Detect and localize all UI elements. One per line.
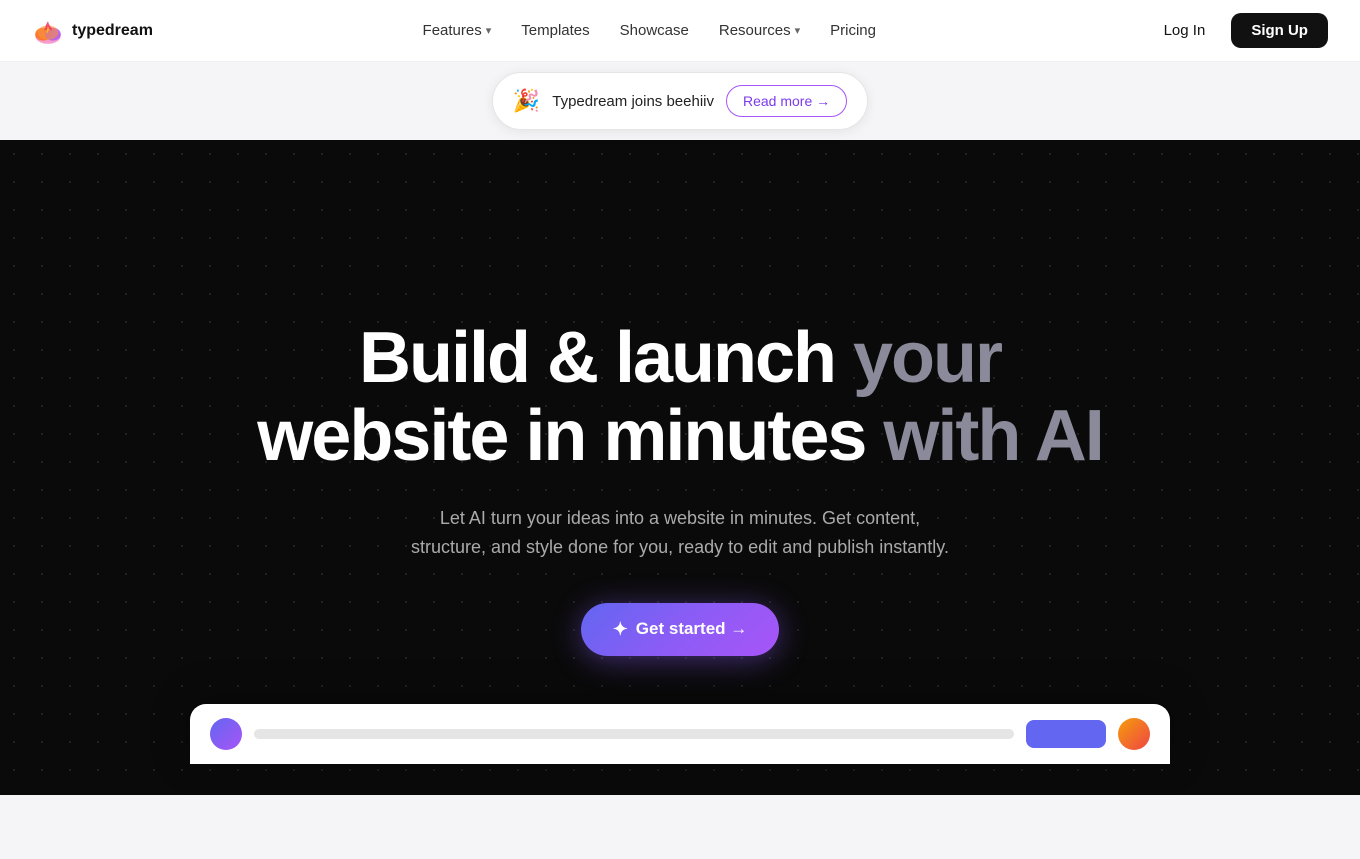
preview-button-small [1026,720,1106,748]
logo-link[interactable]: typedream [32,15,153,47]
get-started-button[interactable]: ✦ Get started → [581,603,780,656]
nav-resources[interactable]: Resources ▾ [707,16,812,45]
login-button[interactable]: Log In [1146,14,1224,47]
logo-icon [32,15,64,47]
preview-avatar2 [1118,718,1150,750]
hero-headline: Build & launch your website in minutes w… [257,320,1102,476]
nav-pricing[interactable]: Pricing [818,16,888,45]
headline-part3: website in minutes [257,396,865,476]
preview-bar [254,729,1014,739]
features-chevron-icon: ▾ [486,24,492,37]
headline-part4: with AI [883,396,1102,476]
cta-star-icon: ✦ [613,619,628,640]
logo-text: typedream [72,22,153,40]
hero-content: Build & launch your website in minutes w… [237,320,1122,656]
announcement-emoji: 🎉 [513,88,540,114]
hero-section: Build & launch your website in minutes w… [0,140,1360,795]
cta-label: Get started → [636,619,747,639]
nav-templates[interactable]: Templates [509,16,601,45]
hero-subtext: Let AI turn your ideas into a website in… [410,504,950,563]
headline-part2: your [853,318,1001,398]
read-more-button[interactable]: Read more → [726,85,847,117]
nav-center: Features ▾ Templates Showcase Resources … [411,16,888,45]
preview-avatar [210,718,242,750]
announcement-pill: 🎉 Typedream joins beehiiv Read more → [492,72,868,130]
nav-showcase[interactable]: Showcase [608,16,701,45]
announcement-text: Typedream joins beehiiv [552,93,714,110]
nav-features[interactable]: Features ▾ [411,16,504,45]
headline-part1: Build & launch [359,318,835,398]
hero-preview-strip [190,704,1170,764]
navbar: typedream Features ▾ Templates Showcase … [0,0,1360,62]
resources-chevron-icon: ▾ [795,24,801,37]
nav-right: Log In Sign Up [1146,13,1328,48]
signup-button[interactable]: Sign Up [1231,13,1328,48]
